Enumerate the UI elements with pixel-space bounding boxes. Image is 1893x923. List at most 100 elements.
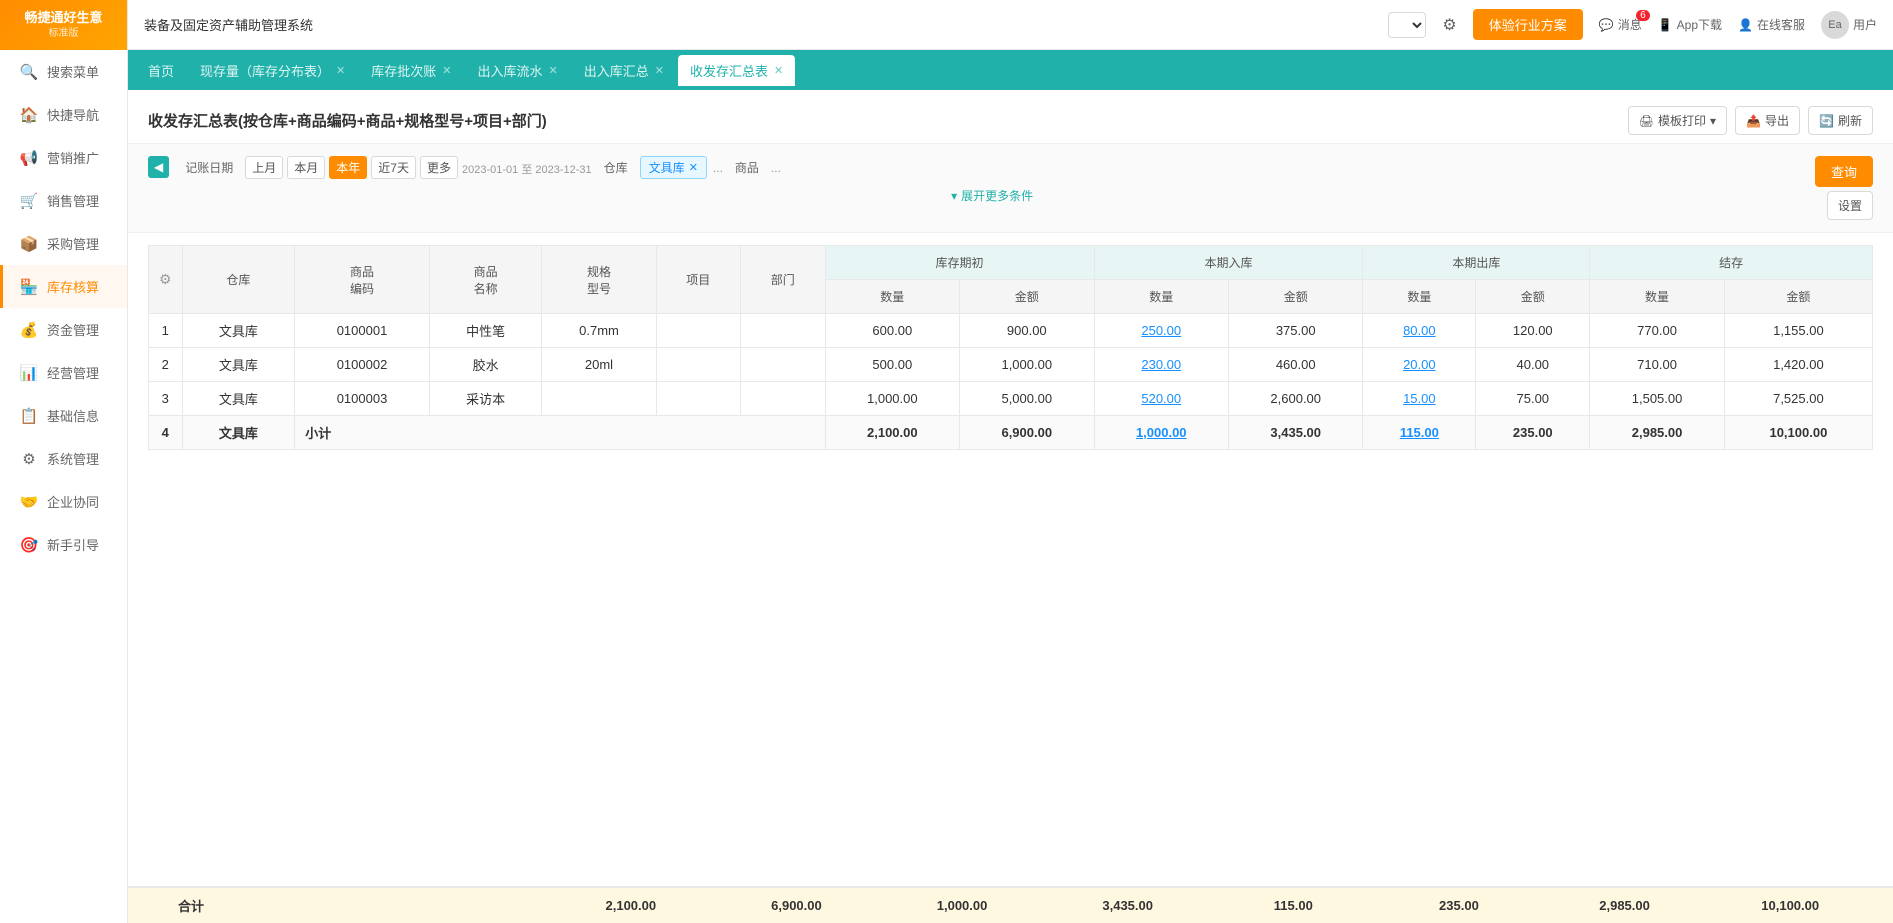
cell-in-qty[interactable]: 230.00 [1094,348,1228,382]
print-button[interactable]: 🖨 模板打印 ▾ [1628,106,1727,135]
cell-in-amt: 375.00 [1228,314,1362,348]
cell-out-qty[interactable]: 20.00 [1363,348,1476,382]
user-menu[interactable]: Ea 用户 [1821,11,1877,39]
th-col-settings[interactable]: ⚙ [149,246,183,314]
tab-label-flow: 出入库流水 [477,61,542,80]
warehouse-tag[interactable]: 文具库 ✕ [640,156,707,179]
sidebar-icon-sales: 🛒 [19,192,39,210]
cell-closing-qty: 1,505.00 [1590,382,1724,416]
cell-department [741,314,826,348]
app-download-button[interactable]: 📱 App下载 [1658,16,1722,33]
cell-department [741,348,826,382]
sidebar-item-guide[interactable]: 🎯新手引导 [0,523,127,566]
subtotal-in-amt: 3,435.00 [1228,416,1362,450]
column-settings-icon[interactable]: ⚙ [159,271,172,287]
settings-filter-button[interactable]: 设置 [1827,191,1873,220]
sidebar-item-operations[interactable]: 📊经营管理 [0,351,127,394]
sidebar-item-sales[interactable]: 🛒销售管理 [0,179,127,222]
messages-button[interactable]: 💬 消息 6 [1599,16,1642,33]
product-more[interactable]: ... [771,161,781,175]
footer-out-qty: 115.00 [1211,898,1377,913]
sidebar-item-capital[interactable]: 💰资金管理 [0,308,127,351]
expand-filter-button[interactable]: ▾ 展开更多条件 [951,187,1033,204]
main-table: ⚙ 仓库 商品编码 商品名称 规格型号 项目 部门 库存期初 本期入库 本期出库… [148,245,1873,450]
sidebar-item-system[interactable]: ⚙系统管理 [0,437,127,480]
sidebar-label-basic-info: 基础信息 [47,406,99,425]
tab-home[interactable]: 首页 [136,55,186,86]
filter-toggle-button[interactable]: ◀ [148,156,169,178]
tab-close-flow[interactable]: ✕ [549,64,558,77]
sidebar-item-enterprise[interactable]: 🤝企业协同 [0,480,127,523]
subtotal-opening-qty: 2,100.00 [825,416,959,450]
online-service-button[interactable]: 👤 在线客服 [1738,16,1805,33]
tab-close-recv-summary[interactable]: ✕ [774,64,783,77]
tab-close-summary[interactable]: ✕ [655,64,664,77]
date-this-year-btn[interactable]: 本年 [329,156,367,179]
subtotal-in-qty[interactable]: 1,000.00 [1094,416,1228,450]
subtotal-closing-amt: 10,100.00 [1724,416,1872,450]
warehouse-tag-text: 文具库 [649,159,685,176]
sidebar-label-inventory: 库存核算 [47,277,99,296]
sidebar-icon-enterprise: 🤝 [19,493,39,511]
date-last-month-btn[interactable]: 上月 [245,156,283,179]
tab-batch-ledger[interactable]: 库存批次账✕ [359,55,463,86]
date-7days-btn[interactable]: 近7天 [371,156,416,179]
tab-close-inventory-dist[interactable]: ✕ [336,64,345,77]
th-in-amt: 金额 [1228,280,1362,314]
sidebar-item-purchase[interactable]: 📦采购管理 [0,222,127,265]
query-button[interactable]: 查询 [1815,156,1873,187]
filter-bar: ◀ 记账日期 上月 本月 本年 近7天 更多 2023-01-01 至 2023… [128,144,1893,233]
subtotal-out-qty[interactable]: 115.00 [1363,416,1476,450]
date-this-month-btn[interactable]: 本月 [287,156,325,179]
cell-product-code: 0100002 [295,348,430,382]
date-more-btn[interactable]: 更多 [420,156,458,179]
cell-product-name: 采访本 [429,382,542,416]
date-range: 2023-01-01 至 2023-12-31 [462,161,592,177]
sidebar-item-search[interactable]: 🔍搜索菜单 [0,50,127,93]
th-opening-qty: 数量 [825,280,959,314]
table-container: ⚙ 仓库 商品编码 商品名称 规格型号 项目 部门 库存期初 本期入库 本期出库… [128,233,1893,886]
cell-closing-amt: 7,525.00 [1724,382,1872,416]
cell-product-spec: 0.7mm [542,314,656,348]
warehouse-tag-close-icon[interactable]: ✕ [689,161,698,174]
sidebar-icon-inventory: 🏪 [19,278,39,296]
user-label: 用户 [1853,16,1877,33]
tab-summary[interactable]: 出入库汇总✕ [572,55,676,86]
tab-label-inventory-dist: 现存量（库存分布表） [200,61,330,80]
cell-in-amt: 2,600.00 [1228,382,1362,416]
sidebar-icon-purchase: 📦 [19,235,39,253]
tab-close-batch-ledger[interactable]: ✕ [442,64,451,77]
topbar-settings-icon[interactable]: ⚙ [1442,15,1456,35]
th-warehouse: 仓库 [182,246,295,314]
sidebar-icon-guide: 🎯 [19,536,39,554]
tab-label-recv-summary: 收发存汇总表 [690,61,768,80]
sidebar-item-inventory[interactable]: 🏪 库存核算 [0,265,127,308]
print-label: 模板打印 [1658,112,1706,129]
cell-opening-qty: 1,000.00 [825,382,959,416]
trial-button[interactable]: 体验行业方案 [1473,9,1583,40]
sidebar-item-basic-info[interactable]: 📋基础信息 [0,394,127,437]
cell-out-qty[interactable]: 15.00 [1363,382,1476,416]
system-selector[interactable] [1388,12,1426,38]
cell-in-qty[interactable]: 250.00 [1094,314,1228,348]
sidebar-item-quick-nav[interactable]: 🏠快捷导航 [0,93,127,136]
tab-recv-summary[interactable]: 收发存汇总表 ✕ [678,55,795,86]
cell-out-amt: 120.00 [1476,314,1590,348]
cell-department [741,382,826,416]
export-button[interactable]: 📤 导出 [1735,106,1800,135]
cell-opening-amt: 900.00 [960,314,1094,348]
warehouse-more[interactable]: ... [713,161,723,175]
footer-out-amt: 235.00 [1376,898,1542,913]
cell-product-code: 0100001 [295,314,430,348]
tab-flow[interactable]: 出入库流水 ✕ [465,55,569,86]
cell-in-qty[interactable]: 520.00 [1094,382,1228,416]
cell-out-amt: 75.00 [1476,382,1590,416]
sidebar-item-marketing[interactable]: 📢营销推广 [0,136,127,179]
sidebar-label-capital: 资金管理 [47,320,99,339]
expand-label: 展开更多条件 [961,187,1033,204]
cell-out-qty[interactable]: 80.00 [1363,314,1476,348]
subtotal-opening-amt: 6,900.00 [960,416,1094,450]
th-product-spec: 规格型号 [542,246,656,314]
refresh-button[interactable]: 🔄 刷新 [1808,106,1873,135]
tab-inventory-dist[interactable]: 现存量（库存分布表） ✕ [188,55,357,86]
